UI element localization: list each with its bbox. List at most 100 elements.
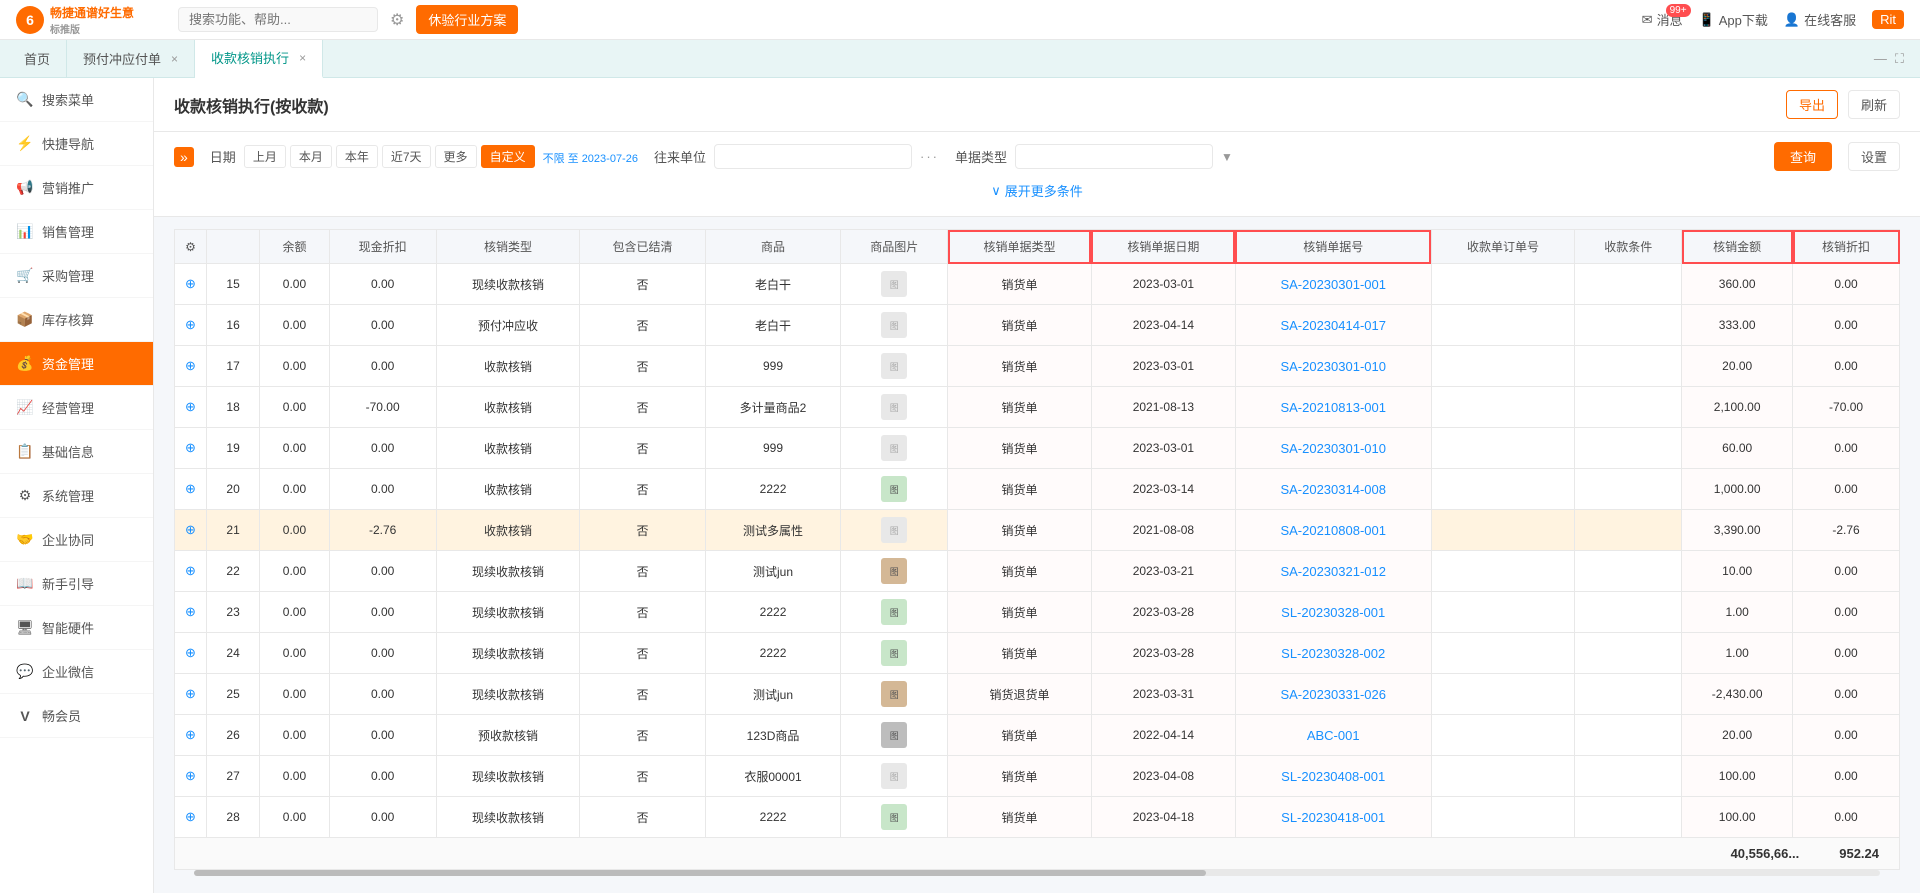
- notifications-btn[interactable]: ✉ 消息 99+: [1642, 10, 1683, 29]
- td-is-closed: 否: [580, 592, 705, 633]
- expand-conditions-btn[interactable]: ∨ 展开更多条件: [985, 175, 1089, 206]
- row-settings-icon[interactable]: ⊕: [185, 563, 196, 578]
- td-write-off-type: 现续收款核销: [436, 797, 580, 838]
- td-balance: 0.00: [260, 469, 330, 510]
- sidebar-item-finance[interactable]: 💰 资金管理: [0, 342, 153, 386]
- td-bill-type: 销货单: [948, 715, 1092, 756]
- sidebar-item-sales[interactable]: 📊 销售管理: [0, 210, 153, 254]
- expand-icon[interactable]: ⛶: [1895, 51, 1904, 67]
- sidebar-item-operations[interactable]: 📈 经营管理: [0, 386, 153, 430]
- row-settings-icon[interactable]: ⊕: [185, 440, 196, 455]
- td-row-num: 28: [207, 797, 260, 838]
- bill-type-dropdown-icon[interactable]: ▼: [1221, 150, 1233, 164]
- bill-no-link[interactable]: SL-20230418-001: [1281, 810, 1385, 825]
- td-settings[interactable]: ⊕: [175, 264, 207, 305]
- sidebar-item-wechat[interactable]: 💬 企业微信: [0, 650, 153, 694]
- td-settings[interactable]: ⊕: [175, 633, 207, 674]
- th-write-off-type: 核销类型: [436, 230, 580, 264]
- tab-prepay[interactable]: 预付冲应付单 ×: [67, 40, 195, 78]
- bill-no-link[interactable]: SL-20230328-002: [1281, 646, 1385, 661]
- sidebar-item-marketing[interactable]: 📢 营销推广: [0, 166, 153, 210]
- query-button[interactable]: 查询: [1774, 142, 1832, 171]
- export-button[interactable]: 导出: [1786, 90, 1838, 119]
- filter-toggle-btn[interactable]: »: [174, 147, 194, 167]
- bill-no-link[interactable]: SA-20230301-001: [1280, 277, 1386, 292]
- td-bill-date: 2022-04-14: [1091, 715, 1235, 756]
- this-month-btn[interactable]: 本月: [290, 145, 332, 168]
- last-7days-btn[interactable]: 近7天: [382, 145, 431, 168]
- more-period-btn[interactable]: 更多: [435, 145, 477, 168]
- row-settings-icon[interactable]: ⊕: [185, 645, 196, 660]
- bill-no-link[interactable]: SA-20230314-008: [1280, 482, 1386, 497]
- td-settings[interactable]: ⊕: [175, 797, 207, 838]
- bill-no-link[interactable]: ABC-001: [1307, 728, 1360, 743]
- row-settings-icon[interactable]: ⊕: [185, 604, 196, 619]
- td-settings[interactable]: ⊕: [175, 510, 207, 551]
- sidebar-item-collab[interactable]: 🤝 企业协同: [0, 518, 153, 562]
- td-bill-type: 销货退货单: [948, 674, 1092, 715]
- bill-no-link[interactable]: SA-20230301-010: [1280, 359, 1386, 374]
- row-settings-icon[interactable]: ⊕: [185, 481, 196, 496]
- td-settings[interactable]: ⊕: [175, 715, 207, 756]
- sidebar-item-system[interactable]: ⚙ 系统管理: [0, 474, 153, 518]
- td-settings[interactable]: ⊕: [175, 387, 207, 428]
- from-unit-input[interactable]: [714, 144, 912, 169]
- row-settings-icon[interactable]: ⊕: [185, 317, 196, 332]
- sidebar-item-quicknav[interactable]: ⚡ 快捷导航: [0, 122, 153, 166]
- bill-no-link[interactable]: SA-20230331-026: [1280, 687, 1386, 702]
- online-service-btn[interactable]: 👤 在线客服: [1784, 10, 1856, 29]
- top-search-input[interactable]: [178, 7, 378, 32]
- minimize-icon[interactable]: —: [1874, 51, 1887, 67]
- td-settings[interactable]: ⊕: [175, 674, 207, 715]
- row-settings-icon[interactable]: ⊕: [185, 727, 196, 742]
- bill-no-link[interactable]: SA-20210813-001: [1280, 400, 1386, 415]
- row-settings-icon[interactable]: ⊕: [185, 399, 196, 414]
- td-settings[interactable]: ⊕: [175, 305, 207, 346]
- td-settings[interactable]: ⊕: [175, 346, 207, 387]
- settings-button[interactable]: 设置: [1848, 142, 1900, 171]
- row-settings-icon[interactable]: ⊕: [185, 809, 196, 824]
- scrollbar-thumb: [194, 870, 1206, 876]
- goods-image: 图: [881, 681, 907, 707]
- bill-no-link[interactable]: SA-20210808-001: [1280, 523, 1386, 538]
- bill-type-input[interactable]: [1015, 144, 1213, 169]
- tab-prepay-close[interactable]: ×: [171, 52, 178, 66]
- td-settings[interactable]: ⊕: [175, 428, 207, 469]
- row-settings-icon[interactable]: ⊕: [185, 276, 196, 291]
- last-month-btn[interactable]: 上月: [244, 145, 286, 168]
- tab-home[interactable]: 首页: [8, 40, 67, 78]
- custom-period-btn[interactable]: 自定义: [481, 145, 535, 168]
- row-settings-icon[interactable]: ⊕: [185, 768, 196, 783]
- sidebar-item-hardware[interactable]: 🖥 智能硬件: [0, 606, 153, 650]
- td-receipt-order-no: [1431, 592, 1575, 633]
- table-body: ⊕ 15 0.00 0.00 现续收款核销 否 老白干 图 销货单 2023-0…: [175, 264, 1900, 838]
- bill-no-link[interactable]: SL-20230408-001: [1281, 769, 1385, 784]
- refresh-button[interactable]: 刷新: [1848, 90, 1900, 119]
- row-settings-icon[interactable]: ⊕: [185, 358, 196, 373]
- horizontal-scrollbar[interactable]: [194, 870, 1880, 876]
- tab-writeoff[interactable]: 收款核销执行 ×: [195, 40, 323, 78]
- sidebar-item-search[interactable]: 🔍 搜索菜单: [0, 78, 153, 122]
- sidebar-item-inventory[interactable]: 📦 库存核算: [0, 298, 153, 342]
- gear-icon[interactable]: ⚙: [390, 10, 404, 30]
- td-settings[interactable]: ⊕: [175, 756, 207, 797]
- tab-writeoff-close[interactable]: ×: [299, 51, 306, 65]
- td-settings[interactable]: ⊕: [175, 469, 207, 510]
- bill-no-link[interactable]: SA-20230321-012: [1280, 564, 1386, 579]
- td-cash-discount: 0.00: [329, 264, 436, 305]
- this-year-btn[interactable]: 本年: [336, 145, 378, 168]
- sidebar-item-basics[interactable]: 📋 基础信息: [0, 430, 153, 474]
- sidebar-item-purchase[interactable]: 🛒 采购管理: [0, 254, 153, 298]
- row-settings-icon[interactable]: ⊕: [185, 686, 196, 701]
- sidebar-item-guide[interactable]: 📖 新手引导: [0, 562, 153, 606]
- bill-no-link[interactable]: SL-20230328-001: [1281, 605, 1385, 620]
- td-settings[interactable]: ⊕: [175, 592, 207, 633]
- industry-btn[interactable]: 休验行业方案: [416, 5, 518, 34]
- app-download-btn[interactable]: 📱 App下载: [1699, 10, 1768, 29]
- td-settings[interactable]: ⊕: [175, 551, 207, 592]
- bill-no-link[interactable]: SA-20230414-017: [1280, 318, 1386, 333]
- bill-no-link[interactable]: SA-20230301-010: [1280, 441, 1386, 456]
- row-settings-icon[interactable]: ⊕: [185, 522, 196, 537]
- user-avatar[interactable]: Rit: [1872, 10, 1904, 29]
- sidebar-item-vip[interactable]: V 畅会员: [0, 694, 153, 738]
